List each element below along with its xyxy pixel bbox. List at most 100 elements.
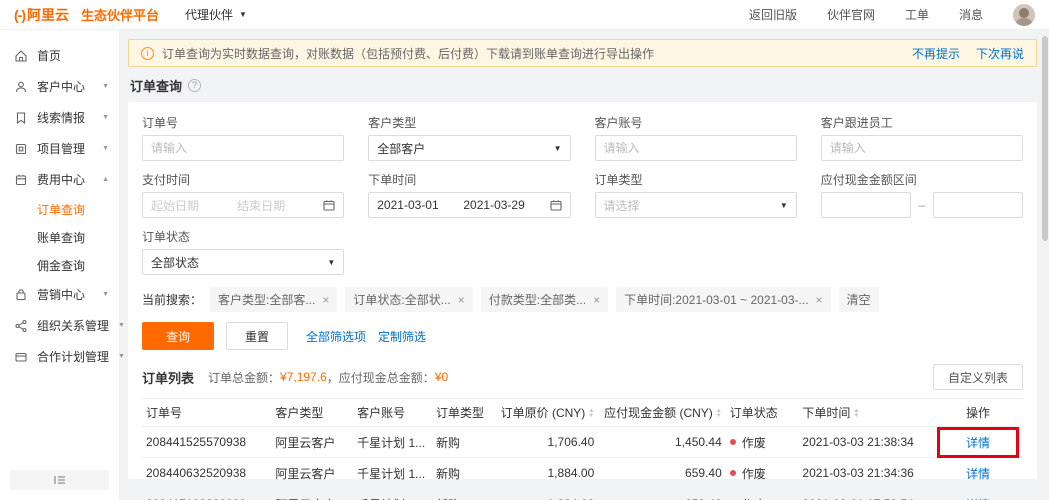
banner-dont-remind-link[interactable]: 不再提示 xyxy=(912,45,960,62)
col-time-sortable[interactable]: 下单时间 ▲ ▼ xyxy=(798,398,933,427)
user-avatar[interactable] xyxy=(1013,3,1035,26)
cell-cash: 1,450.44 xyxy=(598,426,726,458)
sidebar-item-expense-center[interactable]: 费用中心 ▲ xyxy=(0,164,119,195)
nav-partner-site[interactable]: 伙伴官网 xyxy=(827,6,875,23)
start-date-value: 2021-03-01 xyxy=(377,198,439,212)
detail-link[interactable]: 详情 xyxy=(966,467,990,481)
customize-columns-button[interactable]: 自定义列表 xyxy=(932,364,1023,390)
table-row: 208417102200938 阿里云客户 千星计划 1... 新购 1,884… xyxy=(142,488,1023,500)
vertical-scrollbar[interactable] xyxy=(1041,30,1049,500)
nav-return-old-version[interactable]: 返回旧版 xyxy=(749,6,797,23)
cell-account: 千星计划 1... xyxy=(353,488,433,500)
sidebar-item-label: 线索情报 xyxy=(37,111,86,125)
all-filters-link[interactable]: 全部筛选项 xyxy=(306,328,366,345)
bookmark-icon xyxy=(16,111,26,124)
customer-account-input[interactable] xyxy=(594,135,797,161)
order-list-title: 订单列表 xyxy=(142,370,195,386)
calendar-icon xyxy=(323,200,335,211)
cash-min-input[interactable] xyxy=(820,192,911,218)
sidebar-subitem-label: 订单查询 xyxy=(37,202,86,217)
query-button[interactable]: 查询 xyxy=(142,322,214,350)
order-no-input[interactable] xyxy=(142,135,345,161)
sidebar-item-coop-plan[interactable]: 合作计划管理 ▼ xyxy=(0,341,125,372)
reset-button[interactable]: 重置 xyxy=(226,322,288,350)
info-icon: i xyxy=(141,46,154,60)
chevron-down-icon: ▼ xyxy=(327,257,336,267)
clear-tags-button[interactable]: 清空 xyxy=(838,287,879,312)
sidebar-item-order-query[interactable]: 订单查询 xyxy=(0,195,119,223)
cell-status: 作废 xyxy=(725,426,799,458)
page-title: 订单查询 xyxy=(130,79,183,94)
banner-later-link[interactable]: 下次再说 xyxy=(976,45,1024,62)
order-type-select[interactable]: 请选择 ▼ xyxy=(594,192,797,218)
current-search-row: 当前搜索： 客户类型:全部客... × 订单状态:全部状... × 付款类型:全… xyxy=(142,287,1023,312)
close-icon[interactable]: × xyxy=(816,293,823,307)
chevron-down-icon: ▼ xyxy=(779,200,788,210)
col-status: 订单状态 xyxy=(725,398,799,427)
cash-max-input[interactable] xyxy=(933,192,1023,218)
sidebar-item-project-mgmt[interactable]: 项目管理 ▼ xyxy=(0,133,119,164)
col-customer-type: 客户类型 xyxy=(271,398,354,427)
summary-comma: ， xyxy=(326,370,339,385)
help-icon[interactable]: ? xyxy=(188,79,202,92)
search-tag: 订单状态:全部状... × xyxy=(345,287,473,312)
cell-customer-type: 阿里云客户 xyxy=(271,457,354,489)
cell-cash: 659.40 xyxy=(598,457,726,489)
sidebar-collapse-button[interactable] xyxy=(10,470,109,490)
cell-order-type: 新购 xyxy=(432,457,494,489)
sidebar-item-marketing-center[interactable]: 营销中心 ▼ xyxy=(0,279,119,310)
sidebar-item-org-relations[interactable]: 组织关系管理 ▼ xyxy=(0,310,125,341)
col-cash-sortable[interactable]: 应付现金金额 (CNY) ▲ ▼ xyxy=(598,398,726,427)
search-tag: 付款类型:全部类... × xyxy=(480,287,609,312)
main-content: i 订单查询为实时数据查询，对账数据（包括预付费、后付费）下载请到账单查询进行导… xyxy=(120,30,1049,500)
cell-order-no: 208440632520938 xyxy=(142,457,272,489)
nav-ticket[interactable]: 工单 xyxy=(905,6,929,23)
field-label: 订单状态 xyxy=(142,230,191,244)
close-icon[interactable]: × xyxy=(322,293,329,307)
scrollbar-thumb[interactable] xyxy=(1042,36,1048,241)
sidebar-item-customer-center[interactable]: 客户中心 ▼ xyxy=(0,71,119,102)
cell-time: 2021-03-03 21:38:34 xyxy=(798,426,933,458)
col-order-no: 订单号 xyxy=(142,398,272,427)
customer-icon xyxy=(15,81,27,92)
close-icon[interactable]: × xyxy=(458,293,465,307)
cell-price: 1,884.00 xyxy=(493,457,599,489)
field-follow-staff: 客户跟进员工 xyxy=(820,114,1023,161)
end-date-placeholder: 结束日期 xyxy=(237,198,286,213)
app-window: (-) 阿里云 生态伙伴平台 代理伙伴 ▼ 返回旧版 伙伴官网 工单 消息 首页 xyxy=(0,0,1049,500)
cell-customer-type: 阿里云客户 xyxy=(271,426,354,458)
sidebar-item-commission-query[interactable]: 佣金查询 xyxy=(0,251,119,279)
pay-time-range-picker[interactable]: 起始日期 结束日期 xyxy=(142,192,345,218)
nav-messages[interactable]: 消息 xyxy=(959,6,983,23)
sidebar-item-home[interactable]: 首页 xyxy=(0,40,119,71)
current-search-label: 当前搜索： xyxy=(142,293,203,307)
query-panel: 订单号 客户类型 全部客户 ▼ 客户账号 xyxy=(128,102,1037,500)
sidebar-item-leads[interactable]: 线索情报 ▼ xyxy=(0,102,119,133)
banner-text: 订单查询为实时数据查询，对账数据（包括预付费、后付费）下载请到账单查询进行导出操… xyxy=(162,46,655,61)
col-price-sortable[interactable]: 订单原价 (CNY) ▲ ▼ xyxy=(493,398,599,427)
follow-staff-input[interactable] xyxy=(820,135,1023,161)
detail-link[interactable]: 详情 xyxy=(966,436,990,450)
order-status-select[interactable]: 全部状态 ▼ xyxy=(142,249,345,275)
alibaba-cloud-logo-icon: (-) xyxy=(14,6,26,23)
search-tag: 客户类型:全部客... × xyxy=(210,287,338,312)
logo-text[interactable]: 阿里云 xyxy=(27,5,69,25)
chevron-down-icon: ▼ xyxy=(239,10,247,19)
cell-status: 作废 xyxy=(725,457,799,489)
field-customer-type: 客户类型 全部客户 ▼ xyxy=(368,114,571,161)
cash-total-value: ¥0 xyxy=(434,370,449,384)
close-icon[interactable]: × xyxy=(593,293,600,307)
sidebar-item-label: 客户中心 xyxy=(37,80,86,94)
field-order-type: 订单类型 请选择 ▼ xyxy=(594,171,797,218)
role-selector[interactable]: 代理伙伴 ▼ xyxy=(185,6,247,23)
order-total-label: 订单总金额： xyxy=(208,370,281,385)
cell-time: 2021-03-03 21:34:36 xyxy=(798,457,933,489)
order-time-range-picker[interactable]: 2021-03-01 2021-03-29 xyxy=(368,192,571,218)
sidebar-item-bill-query[interactable]: 账单查询 xyxy=(0,223,119,251)
customer-type-select[interactable]: 全部客户 ▼ xyxy=(368,135,571,161)
filter-form: 订单号 客户类型 全部客户 ▼ 客户账号 xyxy=(142,114,1023,275)
sidebar-item-label: 合作计划管理 xyxy=(37,350,110,364)
tag-text: 下单时间:2021-03-01 ~ 2021-03-... xyxy=(624,293,809,307)
col-account: 客户账号 xyxy=(353,398,433,427)
custom-filters-link[interactable]: 定制筛选 xyxy=(378,328,426,345)
